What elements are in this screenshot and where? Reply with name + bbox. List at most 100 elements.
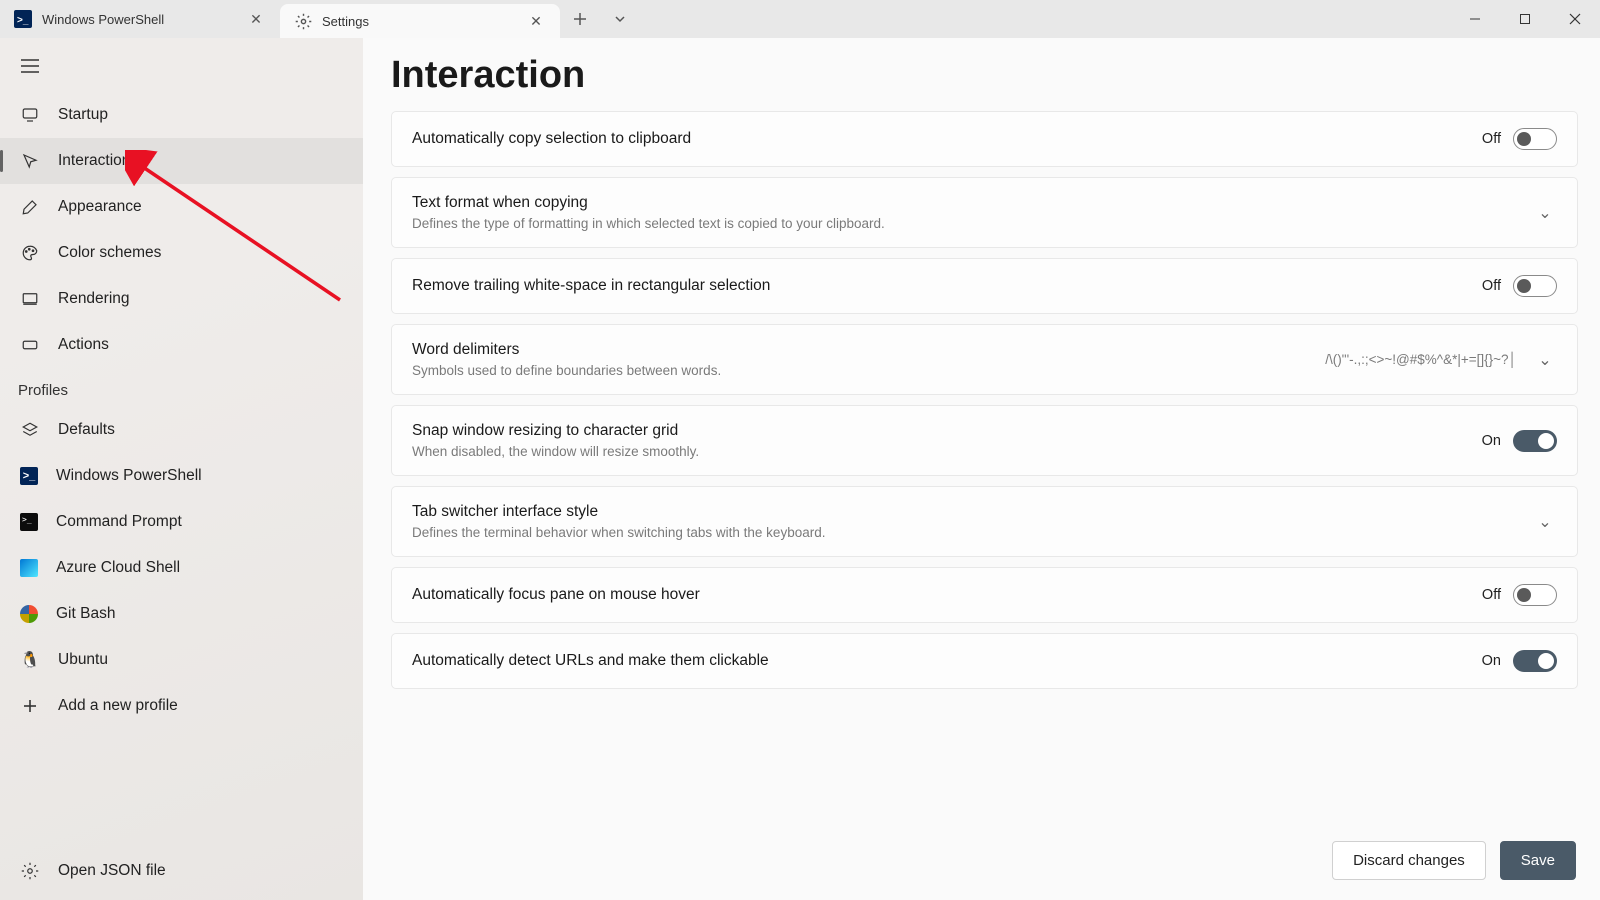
setting-auto-copy[interactable]: Automatically copy selection to clipboar… (391, 111, 1578, 167)
chevron-down-icon[interactable]: ⌄ (1533, 203, 1557, 223)
save-button[interactable]: Save (1500, 841, 1576, 880)
sidebar-item-label: Interaction (58, 152, 130, 170)
sidebar-profile-cmd[interactable]: Command Prompt (0, 499, 363, 545)
sidebar-item-label: Command Prompt (56, 513, 182, 531)
sidebar-add-profile[interactable]: Add a new profile (0, 683, 363, 729)
display-icon (20, 289, 40, 309)
new-tab-button[interactable] (560, 0, 600, 38)
tab-settings[interactable]: Settings ✕ (280, 4, 560, 38)
tab-actions (560, 0, 640, 38)
layers-icon (20, 420, 40, 440)
tab-label: Windows PowerShell (42, 12, 232, 27)
setting-value: /\()"'-.,:;<>~!@#$%^&*|+=[]{}~?│ (1325, 352, 1517, 367)
sidebar-item-label: Git Bash (56, 605, 115, 623)
discard-button[interactable]: Discard changes (1332, 841, 1486, 880)
sidebar-profile-ubuntu[interactable]: 🐧 Ubuntu (0, 637, 363, 683)
monitor-icon (20, 105, 40, 125)
titlebar: >_ Windows PowerShell ✕ Settings ✕ (0, 0, 1600, 38)
close-icon[interactable]: ✕ (242, 5, 270, 33)
sidebar-item-label: Appearance (58, 198, 142, 216)
toggle-state: On (1482, 653, 1501, 669)
hamburger-button[interactable] (8, 44, 52, 88)
setting-title: Automatically copy selection to clipboar… (412, 130, 1482, 148)
toggle-switch[interactable] (1513, 650, 1557, 672)
sidebar-item-appearance[interactable]: Appearance (0, 184, 363, 230)
setting-text-format[interactable]: Text format when copying Defines the typ… (391, 177, 1578, 248)
cmd-icon (20, 513, 38, 531)
setting-tab-switcher[interactable]: Tab switcher interface style Defines the… (391, 486, 1578, 557)
setting-title: Remove trailing white-space in rectangul… (412, 277, 1482, 295)
toggle-switch[interactable] (1513, 430, 1557, 452)
sidebar-profile-defaults[interactable]: Defaults (0, 407, 363, 453)
setting-desc: Defines the type of formatting in which … (412, 216, 1533, 231)
sidebar-item-label: Startup (58, 106, 108, 124)
sidebar-item-label: Color schemes (58, 244, 161, 262)
powershell-icon: >_ (14, 10, 32, 28)
toggle-state: Off (1482, 278, 1501, 294)
close-window-button[interactable] (1550, 0, 1600, 38)
gear-icon (294, 12, 312, 30)
sidebar-item-label: Windows PowerShell (56, 467, 202, 485)
setting-title: Tab switcher interface style (412, 503, 1533, 521)
git-icon (20, 605, 38, 623)
sidebar-item-actions[interactable]: Actions (0, 322, 363, 368)
sidebar-profile-powershell[interactable]: >_ Windows PowerShell (0, 453, 363, 499)
setting-title: Word delimiters (412, 341, 1325, 359)
chevron-down-icon[interactable]: ⌄ (1533, 512, 1557, 532)
sidebar-item-label: Actions (58, 336, 109, 354)
toggle-state: On (1482, 433, 1501, 449)
azure-icon (20, 559, 38, 577)
settings-list[interactable]: Automatically copy selection to clipboar… (363, 111, 1600, 825)
toggle-switch[interactable] (1513, 584, 1557, 606)
keyboard-icon (20, 335, 40, 355)
plus-icon (20, 696, 40, 716)
setting-title: Snap window resizing to character grid (412, 422, 1482, 440)
footer: Discard changes Save (363, 825, 1600, 900)
setting-desc: Defines the terminal behavior when switc… (412, 525, 1533, 540)
toggle-state: Off (1482, 587, 1501, 603)
toggle-switch[interactable] (1513, 128, 1557, 150)
chevron-down-icon[interactable]: ⌄ (1533, 350, 1557, 370)
maximize-button[interactable] (1500, 0, 1550, 38)
sidebar-item-label: Defaults (58, 421, 115, 439)
sidebar-item-startup[interactable]: Startup (0, 92, 363, 138)
page-title: Interaction (363, 38, 1600, 111)
window-controls (1450, 0, 1600, 38)
tab-powershell[interactable]: >_ Windows PowerShell ✕ (0, 0, 280, 38)
setting-detect-urls[interactable]: Automatically detect URLs and make them … (391, 633, 1578, 689)
brush-icon (20, 197, 40, 217)
setting-auto-focus[interactable]: Automatically focus pane on mouse hover … (391, 567, 1578, 623)
sidebar-profile-azure[interactable]: Azure Cloud Shell (0, 545, 363, 591)
setting-remove-trailing[interactable]: Remove trailing white-space in rectangul… (391, 258, 1578, 314)
svg-text:>_: >_ (17, 15, 29, 26)
sidebar-item-label: Open JSON file (58, 862, 166, 880)
sidebar-item-color-schemes[interactable]: Color schemes (0, 230, 363, 276)
sidebar-item-label: Add a new profile (58, 697, 178, 715)
close-icon[interactable]: ✕ (522, 7, 550, 35)
cursor-icon (20, 151, 40, 171)
sidebar-item-label: Azure Cloud Shell (56, 559, 180, 577)
toggle-state: Off (1482, 131, 1501, 147)
sidebar-item-label: Ubuntu (58, 651, 108, 669)
sidebar-profile-gitbash[interactable]: Git Bash (0, 591, 363, 637)
setting-desc: Symbols used to define boundaries betwee… (412, 363, 1325, 378)
profiles-header: Profiles (0, 368, 363, 407)
palette-icon (20, 243, 40, 263)
sidebar-item-interaction[interactable]: Interaction (0, 138, 363, 184)
sidebar: Startup Interaction Appearance Color sch… (0, 38, 363, 900)
sidebar-item-label: Rendering (58, 290, 130, 308)
setting-title: Automatically detect URLs and make them … (412, 652, 1482, 670)
tux-icon: 🐧 (20, 650, 40, 670)
setting-title: Text format when copying (412, 194, 1533, 212)
setting-snap-resize[interactable]: Snap window resizing to character grid W… (391, 405, 1578, 476)
sidebar-item-rendering[interactable]: Rendering (0, 276, 363, 322)
setting-word-delimiters[interactable]: Word delimiters Symbols used to define b… (391, 324, 1578, 395)
tab-label: Settings (322, 14, 512, 29)
minimize-button[interactable] (1450, 0, 1500, 38)
setting-title: Automatically focus pane on mouse hover (412, 586, 1482, 604)
tab-dropdown-button[interactable] (600, 0, 640, 38)
toggle-switch[interactable] (1513, 275, 1557, 297)
powershell-icon: >_ (20, 467, 38, 485)
sidebar-open-json[interactable]: Open JSON file (0, 848, 363, 894)
setting-desc: When disabled, the window will resize sm… (412, 444, 1482, 459)
